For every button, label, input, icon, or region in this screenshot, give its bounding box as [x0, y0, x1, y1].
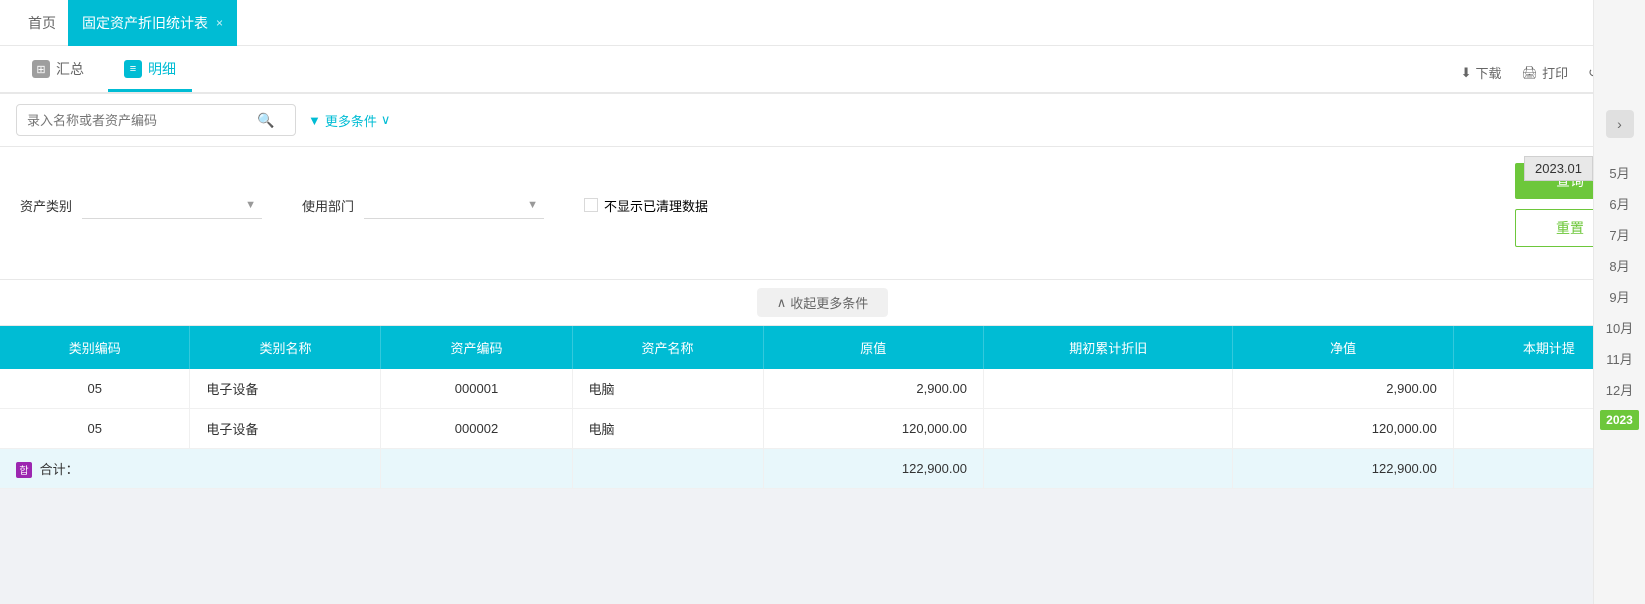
asset-category-label: 资产类别 [20, 196, 72, 215]
row1-accumulated-depreciation [983, 369, 1232, 409]
detail-tab-icon: ≡ [124, 60, 142, 78]
search-bar: 🔍 ▼ 更多条件 ∨ [0, 94, 1645, 147]
summary-tab-icon: ⊞ [32, 60, 50, 78]
row2-net-value: 120,000.00 [1233, 409, 1453, 449]
detail-tab-label: 明细 [148, 59, 176, 79]
table-row: 05 电子设备 000002 电脑 120,000.00 120,000.00 [0, 409, 1645, 449]
home-link[interactable]: 首页 [16, 13, 68, 33]
row1-category-name: 电子设备 [190, 369, 381, 409]
summary-tab-label: 汇总 [56, 59, 84, 79]
row2-original-value: 120,000.00 [763, 409, 983, 449]
date-display: 2023.01 [1524, 156, 1593, 181]
row1-net-value: 2,900.00 [1233, 369, 1453, 409]
row2-asset-name: 电脑 [572, 409, 763, 449]
top-nav: 首页 固定资产折旧统计表 × ✕ [0, 0, 1645, 46]
download-button[interactable]: ⬇ 下载 [1461, 63, 1502, 82]
tab-detail[interactable]: ≡ 明细 [108, 59, 192, 92]
hide-cleared-label: 不显示已清理数据 [604, 196, 708, 215]
filter-row: 资产类别 ▼ 使用部门 ▼ 不显示已清理数据 查询 重置 [20, 163, 1625, 247]
total-original-value: 122,900.00 [763, 449, 983, 489]
department-label: 使用部门 [302, 196, 354, 215]
total-empty-1 [381, 449, 572, 489]
month-6[interactable]: 6月 [1594, 189, 1645, 218]
month-12[interactable]: 12月 [1594, 375, 1645, 404]
month-10[interactable]: 10月 [1594, 313, 1645, 342]
asset-category-select[interactable]: ▼ [82, 191, 262, 219]
col-asset-code: 资产编码 [381, 326, 572, 369]
department-arrow-icon: ▼ [527, 199, 538, 211]
print-icon: 🖨 [1522, 65, 1539, 81]
total-accumulated-depreciation [983, 449, 1232, 489]
department-filter: 使用部门 ▼ [302, 191, 544, 219]
table-header-row: 类别编码 类别名称 资产编码 资产名称 原值 期初累计折旧 净值 本期计提 [0, 326, 1645, 369]
month-8[interactable]: 8月 [1594, 251, 1645, 280]
data-table: 类别编码 类别名称 资产编码 资产名称 原值 期初累计折旧 净值 本期计提 05… [0, 326, 1645, 489]
checkbox-icon [584, 198, 598, 212]
total-row: 합 合计： 122,900.00 122,900.00 [0, 449, 1645, 489]
col-category-code: 类别编码 [0, 326, 190, 369]
asset-category-filter: 资产类别 ▼ [20, 191, 262, 219]
filter-icon: ▼ [308, 113, 321, 128]
table-row: 05 电子设备 000001 电脑 2,900.00 2,900.00 [0, 369, 1645, 409]
search-input-wrap[interactable]: 🔍 [16, 104, 296, 136]
col-asset-name: 资产名称 [572, 326, 763, 369]
collapse-button[interactable]: ∧ 收起更多条件 [757, 288, 889, 317]
tab-summary[interactable]: ⊞ 汇总 [16, 59, 100, 92]
data-table-wrap: 类别编码 类别名称 资产编码 资产名称 原值 期初累计折旧 净值 本期计提 05… [0, 326, 1645, 489]
month-5[interactable]: 5月 [1594, 158, 1645, 187]
row1-asset-name: 电脑 [572, 369, 763, 409]
department-select[interactable]: ▼ [364, 191, 544, 219]
col-net-value: 净值 [1233, 326, 1453, 369]
col-category-name: 类别名称 [190, 326, 381, 369]
month-7[interactable]: 7月 [1594, 220, 1645, 249]
row2-accumulated-depreciation [983, 409, 1232, 449]
year-badge[interactable]: 2023 [1600, 410, 1639, 430]
row2-category-code: 05 [0, 409, 190, 449]
row1-asset-code: 000001 [381, 369, 572, 409]
hide-cleared-checkbox[interactable]: 不显示已清理数据 [584, 196, 708, 215]
col-accumulated-depreciation: 期初累计折旧 [983, 326, 1232, 369]
print-button[interactable]: 🖨 打印 [1522, 63, 1569, 82]
download-icon: ⬇ [1461, 65, 1472, 81]
month-list: 5月 6月 7月 8月 9月 10月 11月 12月 2023 [1594, 158, 1645, 430]
row1-category-code: 05 [0, 369, 190, 409]
tab-close-icon[interactable]: × [216, 16, 223, 30]
right-panel-arrow-btn[interactable]: › [1606, 110, 1634, 138]
row1-original-value: 2,900.00 [763, 369, 983, 409]
search-icon[interactable]: 🔍 [257, 112, 274, 129]
chevron-down-icon: ∨ [381, 112, 391, 128]
total-icon: 합 [16, 462, 32, 478]
collapse-up-icon: ∧ [777, 295, 787, 311]
filter-panel: 资产类别 ▼ 使用部门 ▼ 不显示已清理数据 查询 重置 [0, 147, 1645, 280]
month-11[interactable]: 11月 [1594, 344, 1645, 373]
more-conditions-btn[interactable]: ▼ 更多条件 ∨ [308, 111, 390, 130]
row2-asset-code: 000002 [381, 409, 572, 449]
month-9[interactable]: 9月 [1594, 282, 1645, 311]
col-original-value: 原值 [763, 326, 983, 369]
asset-category-arrow-icon: ▼ [245, 199, 256, 211]
active-tab[interactable]: 固定资产折旧统计表 × [68, 0, 237, 46]
search-input[interactable] [27, 113, 257, 128]
total-label: 합 合计： [0, 449, 381, 489]
tab-label: 固定资产折旧统计表 [82, 13, 208, 33]
collapse-bar: ∧ 收起更多条件 [0, 280, 1645, 326]
sub-tabs-bar: ⊞ 汇总 ≡ 明细 ⬇ 下载 🖨 打印 ↺ 刷新 [0, 46, 1645, 94]
total-net-value: 122,900.00 [1233, 449, 1453, 489]
row2-category-name: 电子设备 [190, 409, 381, 449]
right-panel: › 5月 6月 7月 8月 9月 10月 11月 12月 2023 [1593, 0, 1645, 604]
total-empty-2 [572, 449, 763, 489]
